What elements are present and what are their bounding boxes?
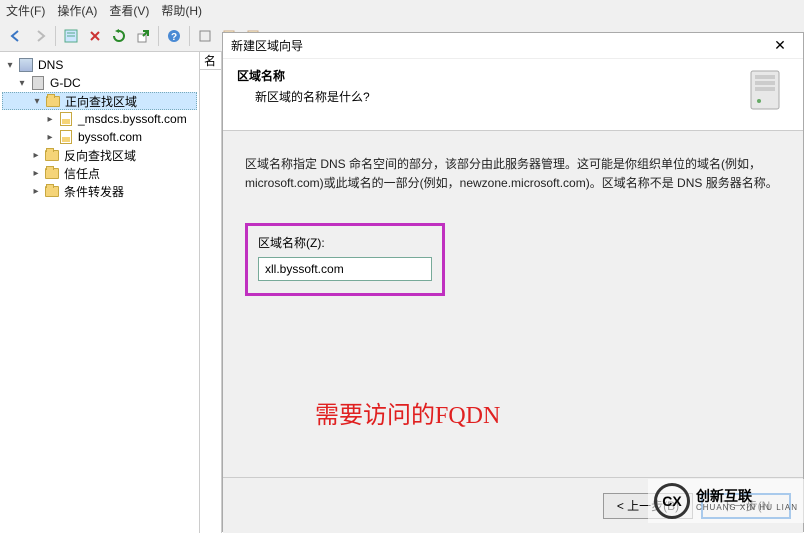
chevron-right-icon[interactable]: ▸ [44,131,56,143]
properties-icon[interactable] [60,25,82,47]
watermark: CX 创新互联 CHUANG XIN HU LIAN [648,479,804,523]
chevron-down-icon[interactable]: ▾ [16,77,28,89]
tree-fwd-zones[interactable]: ▾ 正向查找区域 [2,92,197,110]
chevron-right-icon[interactable]: ▸ [44,113,56,125]
tree-label: 条件转发器 [64,183,124,200]
tree-trust[interactable]: ▸ 信任点 [2,164,197,182]
delete-icon[interactable] [84,25,106,47]
zone-name-label: 区域名称(Z): [258,234,432,251]
tree-panel[interactable]: ▾ DNS ▾ G-DC ▾ 正向查找区域 ▸ _msdcs.byssoft.c… [0,52,200,533]
folder-icon [45,93,61,109]
nav-back-icon[interactable] [5,25,27,47]
server-illustration-icon [741,67,789,130]
separator [158,26,159,46]
list-panel[interactable]: 名 [200,52,222,533]
tree-zone-main[interactable]: ▸ byssoft.com [2,128,197,146]
tree-label: 正向查找区域 [65,93,137,110]
annotation-highlight: 区域名称(Z): [245,223,445,296]
folder-icon [44,183,60,199]
tree-label: 信任点 [64,165,100,182]
tree-label: G-DC [50,76,81,90]
watermark-text-py: CHUANG XIN HU LIAN [696,504,798,513]
chevron-down-icon[interactable]: ▾ [31,95,43,107]
separator [189,26,190,46]
wizard-step-title: 区域名称 [237,67,741,84]
new-zone-wizard-dialog: 新建区域向导 ✕ 区域名称 新区域的名称是什么? 区域名称指定 DNS 命名空间… [222,32,804,532]
chevron-down-icon[interactable]: ▾ [4,59,16,71]
wizard-step-subtitle: 新区域的名称是什么? [237,88,741,105]
watermark-logo-icon: CX [654,483,690,519]
dialog-title: 新建区域向导 [231,37,765,54]
dns-icon [18,57,34,73]
menu-file[interactable]: 文件(F) [6,2,45,19]
svg-text:?: ? [171,32,177,43]
folder-icon [44,165,60,181]
column-header-name[interactable]: 名 [200,52,221,70]
tree-root-dns[interactable]: ▾ DNS [2,56,197,74]
separator [55,26,56,46]
nav-fwd-icon [29,25,51,47]
zone-icon [58,129,74,145]
zone-name-input[interactable] [258,257,432,281]
tree-rev-zones[interactable]: ▸ 反向查找区域 [2,146,197,164]
server-icon [30,75,46,91]
tree-server[interactable]: ▾ G-DC [2,74,197,92]
tree-zone-msdcs[interactable]: ▸ _msdcs.byssoft.com [2,110,197,128]
refresh-icon[interactable] [108,25,130,47]
tree-cond-fwd[interactable]: ▸ 条件转发器 [2,182,197,200]
close-icon[interactable]: ✕ [765,36,795,56]
annotation-text: 需要访问的FQDN [315,395,500,430]
tree-label: 反向查找区域 [64,147,136,164]
zone-icon [58,111,74,127]
tree-label: DNS [38,58,63,72]
folder-icon [44,147,60,163]
menu-help[interactable]: 帮助(H) [161,2,202,19]
chevron-right-icon[interactable]: ▸ [30,149,42,161]
export-icon[interactable] [132,25,154,47]
tree-label: byssoft.com [78,130,142,144]
menu-action[interactable]: 操作(A) [57,2,97,19]
watermark-text-cn: 创新互联 [696,489,798,504]
wizard-description: 区域名称指定 DNS 命名空间的部分，该部分由此服务器管理。这可能是你组织单位的… [245,155,781,193]
chevron-right-icon[interactable]: ▸ [30,167,42,179]
help-icon[interactable]: ? [163,25,185,47]
tool-icon-1[interactable] [194,25,216,47]
tree-label: _msdcs.byssoft.com [78,112,187,126]
chevron-right-icon[interactable]: ▸ [30,185,42,197]
menu-view[interactable]: 查看(V) [109,2,149,19]
